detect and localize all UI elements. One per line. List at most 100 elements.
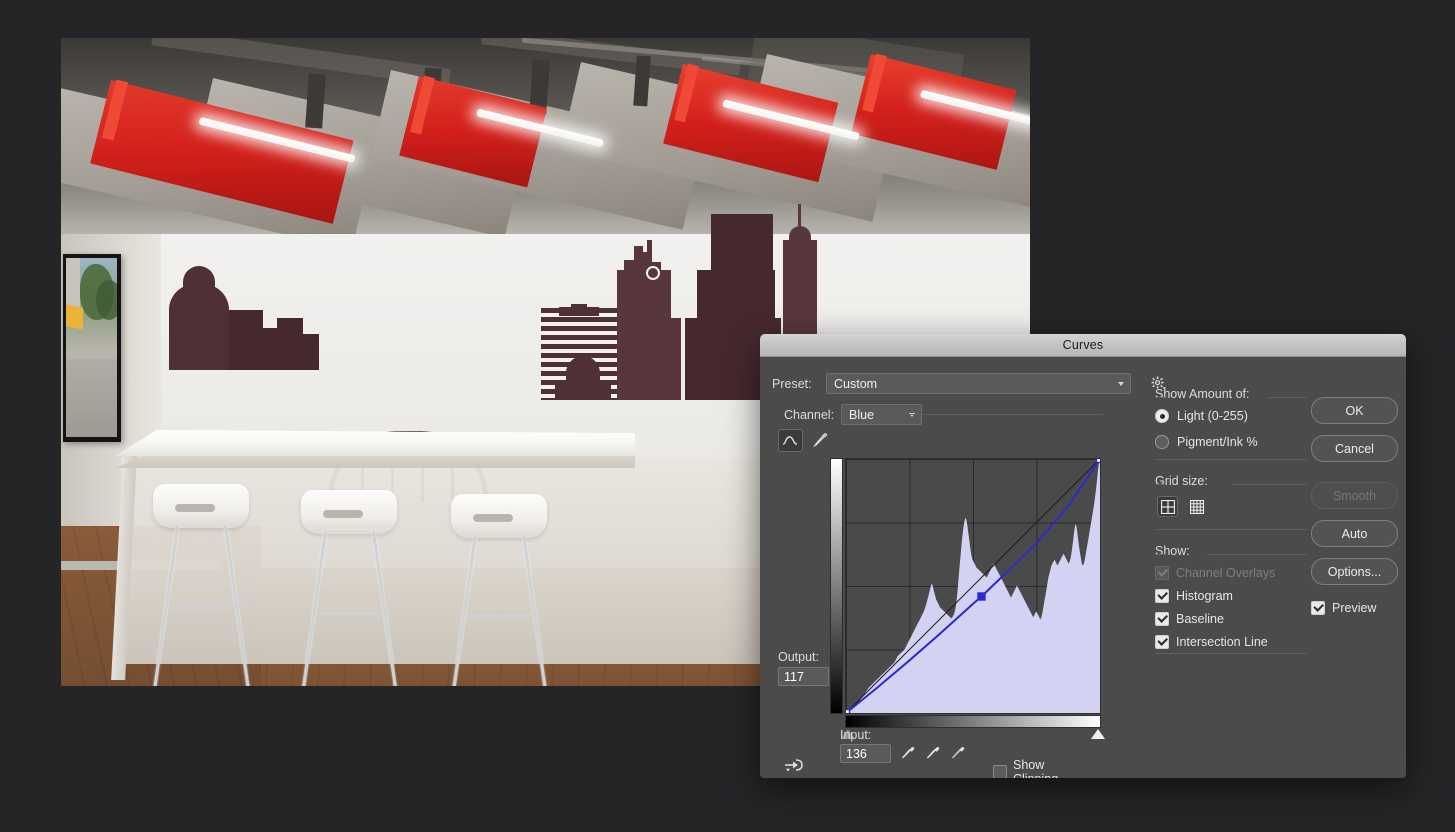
mural-building	[277, 318, 303, 370]
stool-handle-slot	[323, 510, 363, 518]
dialog-titlebar[interactable]: Curves	[760, 334, 1406, 357]
channel-label: Channel:	[784, 407, 835, 422]
table-top	[115, 430, 635, 456]
pigment-radio[interactable]	[1155, 435, 1169, 449]
ok-button[interactable]: OK	[1311, 397, 1398, 424]
options-button[interactable]: Options...	[1311, 558, 1398, 585]
black-point-eyedropper[interactable]	[900, 744, 916, 763]
gray-point-eyedropper[interactable]	[925, 744, 941, 763]
curve-svg[interactable]	[846, 459, 1100, 713]
mural-frost-crown	[624, 260, 634, 296]
preset-select[interactable]: Custom	[826, 373, 1131, 394]
curve-point[interactable]	[1095, 459, 1101, 464]
stool-footrail	[467, 614, 541, 617]
output-field-group: Output: 117	[778, 650, 829, 686]
channel-row: Channel: Blue	[784, 404, 923, 425]
mural-building	[229, 310, 263, 370]
radio-pigment[interactable]: Pigment/Ink %	[1155, 435, 1307, 449]
white-point-eyedropper[interactable]	[950, 744, 966, 763]
mural-frost-spire	[647, 240, 652, 260]
checkbox-row-channel-overlays: Channel Overlays	[1155, 566, 1307, 580]
channel-value: Blue	[849, 407, 875, 422]
histogram-label: Histogram	[1176, 589, 1233, 603]
group-divider	[1207, 554, 1307, 555]
curve-point-selected[interactable]	[977, 592, 986, 601]
curve-point[interactable]	[846, 708, 851, 714]
button-column: OK Cancel Smooth Auto Options...	[1311, 397, 1398, 596]
checkbox-row-histogram[interactable]: Histogram	[1155, 589, 1307, 603]
cancel-button[interactable]: Cancel	[1311, 435, 1398, 462]
curve-plot[interactable]	[845, 458, 1101, 714]
mural-capitol-base	[555, 380, 611, 400]
show-clipping-row[interactable]: Show Clipping	[993, 758, 1058, 778]
mural-building	[303, 334, 319, 370]
preview-label: Preview	[1332, 601, 1377, 615]
group-bottom-divider	[1155, 653, 1307, 654]
intersection-line-checkbox[interactable]	[1155, 635, 1169, 649]
mural-frost-crown	[634, 246, 643, 296]
input-field-group: Input: 136	[840, 728, 966, 763]
output-label: Output:	[778, 650, 819, 664]
mural-building-cap	[571, 304, 587, 310]
preview-row[interactable]: Preview	[1311, 601, 1376, 615]
grid-size-buttons	[1157, 496, 1307, 517]
preset-value: Custom	[834, 376, 878, 391]
input-input[interactable]: 136	[840, 744, 891, 763]
intersection-line-label: Intersection Line	[1176, 635, 1268, 649]
mural-frost-ring	[646, 266, 660, 280]
pencil-tool-icon[interactable]	[808, 429, 831, 450]
group-divider	[1267, 397, 1307, 398]
group-bottom-divider	[1155, 529, 1307, 530]
checkbox-row-baseline[interactable]: Baseline	[1155, 612, 1307, 626]
histogram-checkbox[interactable]	[1155, 589, 1169, 603]
curve-tool-icon[interactable]	[778, 429, 803, 452]
group-divider	[1233, 484, 1307, 485]
curve-tools	[778, 429, 831, 452]
smooth-curve-icon[interactable]	[783, 756, 805, 777]
preview-checkbox[interactable]	[1311, 601, 1325, 615]
mural-building	[263, 328, 277, 370]
stool-handle-slot	[473, 514, 513, 522]
group-divider	[1155, 554, 1165, 555]
mural-spire	[798, 204, 801, 234]
auto-button[interactable]: Auto	[1311, 520, 1398, 547]
grid-size-tenth-icon[interactable]	[1187, 497, 1206, 516]
light-label: Light (0-255)	[1177, 409, 1248, 423]
stool-handle-slot	[175, 504, 215, 512]
options-column: Show Amount of: Light (0-255) Pigment/In…	[1155, 387, 1307, 658]
radio-light[interactable]: Light (0-255)	[1155, 409, 1307, 423]
grid-size-quarter-icon[interactable]	[1157, 496, 1178, 517]
preset-label: Preset:	[772, 376, 812, 391]
white-point-slider[interactable]	[1091, 729, 1105, 739]
grid-size-title: Grid size:	[1155, 474, 1208, 488]
show-clipping-checkbox[interactable]	[993, 765, 1007, 778]
show-title: Show:	[1155, 544, 1190, 558]
show-clipping-label: Show Clipping	[1013, 758, 1058, 778]
input-gradient-ramp	[845, 715, 1101, 728]
channel-overlays-label: Channel Overlays	[1176, 566, 1276, 580]
show-group: Show: Channel Overlays Histogram Baselin…	[1155, 544, 1307, 654]
channel-overlays-checkbox	[1155, 566, 1169, 580]
stool-footrail	[317, 612, 391, 615]
input-label: Input:	[840, 728, 872, 742]
output-gradient-ramp	[830, 458, 843, 714]
show-amount-of-title: Show Amount of:	[1155, 387, 1250, 401]
light-radio[interactable]	[1155, 409, 1169, 423]
mural-building	[665, 318, 681, 400]
group-bottom-divider	[1155, 459, 1307, 460]
output-input[interactable]: 117	[778, 667, 829, 686]
group-divider	[1155, 397, 1165, 398]
mural-building	[183, 266, 215, 370]
checkbox-row-intersection-line[interactable]: Intersection Line	[1155, 635, 1307, 649]
baseline-checkbox[interactable]	[1155, 612, 1169, 626]
channel-group-divider	[910, 414, 1103, 415]
smooth-button: Smooth	[1311, 482, 1398, 509]
chevron-down-icon	[1118, 381, 1125, 386]
stool-footrail	[169, 606, 243, 609]
dialog-title: Curves	[1062, 338, 1104, 352]
curves-dialog: Curves Preset: Custom Channel: Blue Outp…	[760, 334, 1406, 778]
baseline-label: Baseline	[1176, 612, 1224, 626]
group-divider	[1155, 484, 1165, 485]
pigment-label: Pigment/Ink %	[1177, 435, 1258, 449]
show-amount-of-group: Show Amount of: Light (0-255) Pigment/In…	[1155, 387, 1307, 460]
